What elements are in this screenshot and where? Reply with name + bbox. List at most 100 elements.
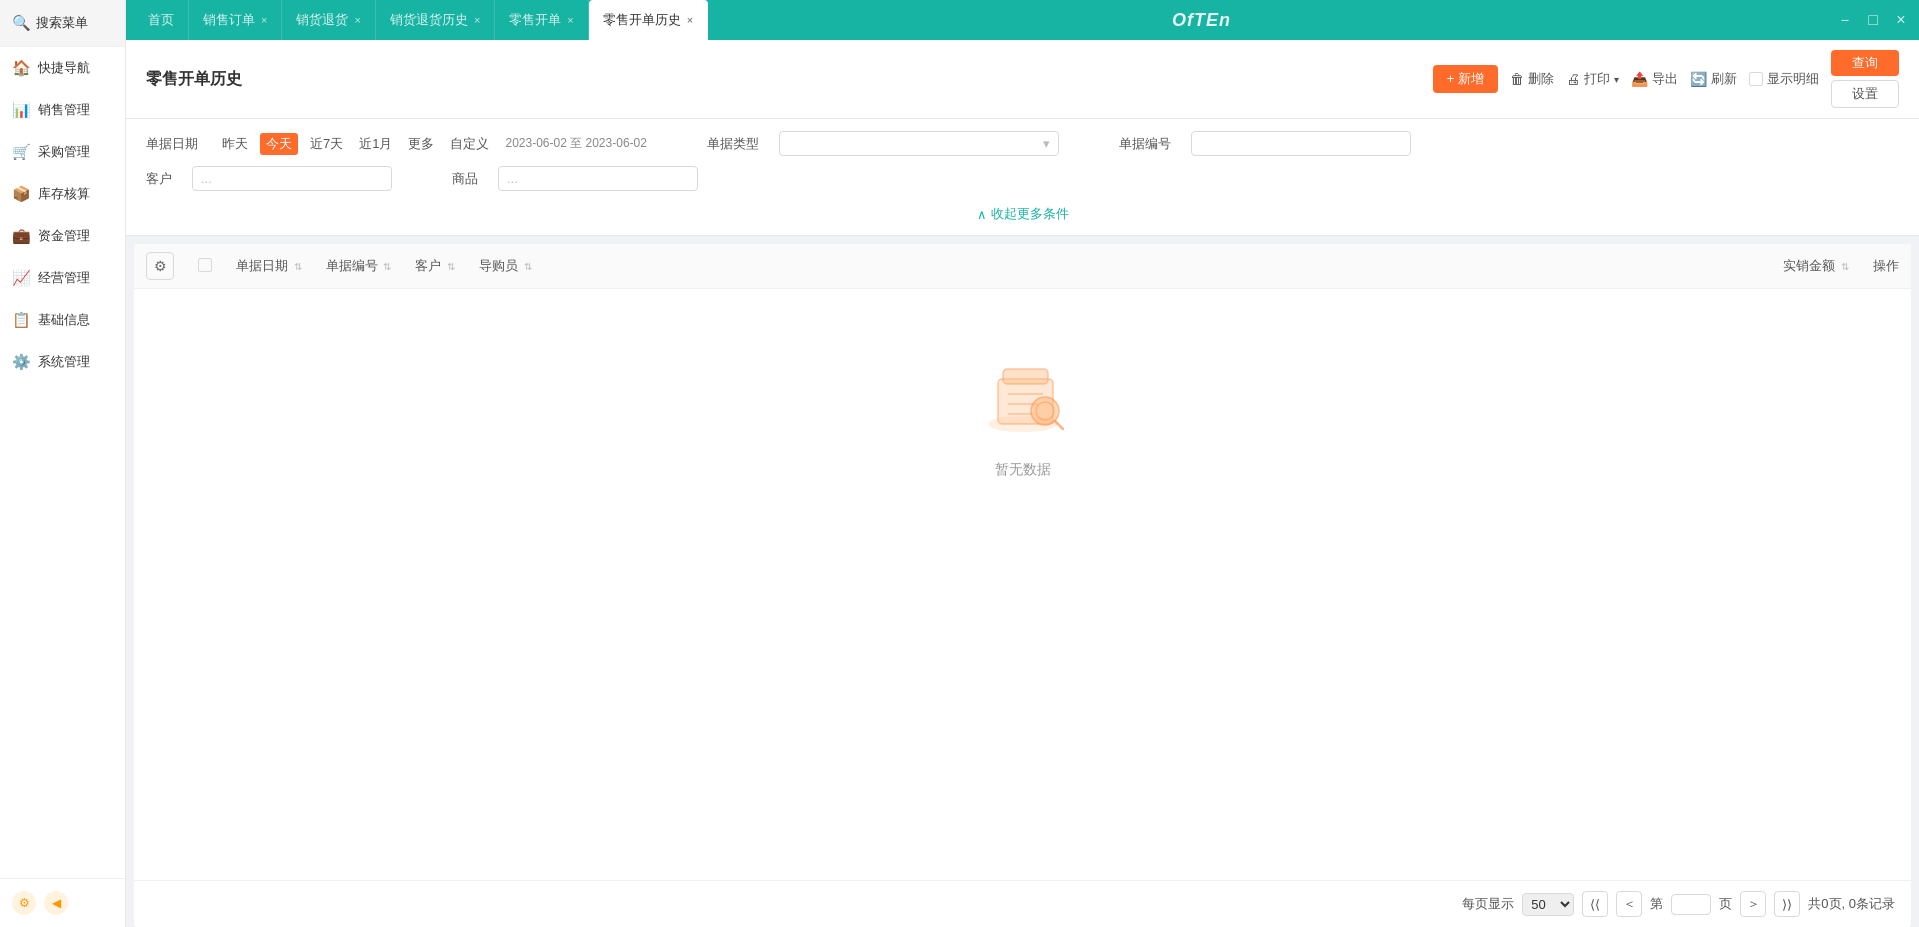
sidebar-search-label: 搜索菜单: [36, 14, 88, 32]
type-select-arrow: ▾: [1043, 136, 1050, 151]
delete-button[interactable]: 🗑 删除: [1510, 70, 1554, 88]
goods-label: 商品: [452, 170, 478, 188]
main-content: 首页 销售订单 × 销货退货 × 销货退货历史 × 零售开单 × 零售开单历史 …: [126, 0, 1919, 927]
show-detail-checkbox[interactable]: 显示明细: [1749, 70, 1819, 88]
show-detail-check[interactable]: [1749, 72, 1763, 86]
page-input[interactable]: 1: [1671, 894, 1711, 915]
export-button[interactable]: 📤 导出: [1631, 70, 1678, 88]
date-opt-7days[interactable]: 近7天: [306, 133, 347, 155]
window-controls: － □ ×: [1835, 10, 1911, 31]
goods-placeholder: ...: [507, 171, 518, 186]
refresh-icon: 🔄: [1690, 71, 1707, 87]
type-select[interactable]: ▾: [779, 131, 1059, 156]
page-header: 零售开单历史 + 新增 🗑 删除 🖨 打印 ▾ 📤 导出 🔄: [126, 40, 1919, 119]
empty-text: 暂无数据: [995, 461, 1051, 479]
sidebar-search[interactable]: 🔍 搜索菜单: [0, 0, 125, 47]
customer-placeholder: ...: [201, 171, 212, 186]
customer-select[interactable]: ...: [192, 166, 392, 191]
tab-sales-return-history-close[interactable]: ×: [474, 14, 480, 26]
tab-sales-return-close[interactable]: ×: [354, 14, 360, 26]
tab-sales-return-history-label: 销货退货历史: [390, 11, 468, 29]
collapse-button[interactable]: ∧ 收起更多条件: [977, 205, 1069, 223]
table-settings-btn[interactable]: ⚙: [146, 252, 174, 280]
sidebar-settings-btn[interactable]: ⚙: [12, 891, 36, 915]
sort-date-icon[interactable]: ⇅: [294, 261, 302, 272]
page-size-select[interactable]: 50 20 100: [1522, 893, 1574, 916]
th-customer: 客户 ⇅: [403, 244, 467, 289]
svg-rect-2: [1003, 369, 1048, 384]
date-label: 单据日期: [146, 135, 198, 153]
select-all-checkbox[interactable]: [198, 258, 212, 272]
tab-home[interactable]: 首页: [134, 0, 189, 40]
date-opt-custom[interactable]: 自定义: [446, 133, 493, 155]
maximize-btn[interactable]: □: [1863, 11, 1883, 29]
tab-sales-return-history[interactable]: 销货退货历史 ×: [376, 0, 495, 40]
page-content: 零售开单历史 + 新增 🗑 删除 🖨 打印 ▾ 📤 导出 🔄: [126, 40, 1919, 927]
total-info: 共0页, 0条记录: [1808, 895, 1895, 913]
basic-info-icon: 📋: [12, 311, 30, 329]
sidebar-item-system[interactable]: ⚙️ 系统管理: [0, 341, 125, 383]
sidebar: 🔍 搜索菜单 🏠 快捷导航 📊 销售管理 🛒 采购管理 📦 库存核算 💼 资金管…: [0, 0, 126, 927]
th-date: 单据日期 ⇅: [224, 244, 314, 289]
refresh-button[interactable]: 🔄 刷新: [1690, 70, 1737, 88]
date-opt-more[interactable]: 更多: [404, 133, 438, 155]
table-wrapper: ⚙ 单据日期 ⇅ 单据编号 ⇅: [134, 244, 1911, 880]
date-opt-yesterday[interactable]: 昨天: [218, 133, 252, 155]
sidebar-item-quick-nav[interactable]: 🏠 快捷导航: [0, 47, 125, 89]
filter-row-1: 单据日期 昨天 今天 近7天 近1月 更多 自定义 2023-06-02 至 2…: [146, 131, 1899, 156]
close-btn[interactable]: ×: [1891, 11, 1911, 29]
tab-retail-history-close[interactable]: ×: [687, 14, 693, 26]
data-table: ⚙ 单据日期 ⇅ 单据编号 ⇅: [134, 244, 1911, 289]
sort-customer-icon[interactable]: ⇅: [447, 261, 455, 272]
date-opt-1month[interactable]: 近1月: [355, 133, 396, 155]
th-checkbox: [186, 244, 224, 289]
next-page-btn[interactable]: ＞: [1740, 891, 1766, 917]
goto-label: 第: [1650, 895, 1663, 913]
sidebar-item-basic-info[interactable]: 📋 基础信息: [0, 299, 125, 341]
setting-button[interactable]: 设置: [1831, 80, 1899, 108]
finance-icon: 💼: [12, 227, 30, 245]
tab-sales-return[interactable]: 销货退货 ×: [282, 0, 375, 40]
sidebar-item-purchase-mgmt[interactable]: 🛒 采购管理: [0, 131, 125, 173]
sales-icon: 📊: [12, 101, 30, 119]
collapse-row: ∧ 收起更多条件: [146, 201, 1899, 223]
filter-row-2: 客户 ... 商品 ...: [146, 166, 1899, 191]
sidebar-item-inventory[interactable]: 📦 库存核算: [0, 173, 125, 215]
page-size-label: 每页显示: [1462, 895, 1514, 913]
order-no-input[interactable]: [1191, 131, 1411, 156]
sidebar-bottom: ⚙ ◀: [0, 878, 125, 927]
sort-salesperson-icon[interactable]: ⇅: [524, 261, 532, 272]
tab-retail-history[interactable]: 零售开单历史 ×: [589, 0, 708, 40]
pagination: 每页显示 50 20 100 ⟨⟨ ＜ 第 1 页 ＞ ⟩⟩ 共0页, 0条记录: [134, 880, 1911, 927]
last-page-btn[interactable]: ⟩⟩: [1774, 891, 1800, 917]
inventory-icon: 📦: [12, 185, 30, 203]
tab-retail-open-close[interactable]: ×: [567, 14, 573, 26]
tab-sales-order-close[interactable]: ×: [261, 14, 267, 26]
add-button[interactable]: + 新增: [1433, 65, 1498, 93]
sort-orderno-icon[interactable]: ⇅: [383, 261, 391, 272]
tab-retail-open[interactable]: 零售开单 ×: [495, 0, 588, 40]
first-page-btn[interactable]: ⟨⟨: [1582, 891, 1608, 917]
sidebar-item-sales-mgmt[interactable]: 📊 销售管理: [0, 89, 125, 131]
print-button[interactable]: 🖨 打印 ▾: [1566, 70, 1619, 88]
th-amount: 实销金额 ⇅: [1771, 244, 1861, 289]
sidebar-collapse-btn[interactable]: ◀: [44, 891, 68, 915]
minimize-btn[interactable]: －: [1835, 10, 1855, 31]
tab-retail-history-label: 零售开单历史: [603, 11, 681, 29]
system-icon: ⚙️: [12, 353, 30, 371]
query-setting-group: 查询 设置: [1831, 50, 1899, 108]
print-dropdown-icon: ▾: [1614, 74, 1619, 85]
customer-label: 客户: [146, 170, 172, 188]
search-icon: 🔍: [12, 14, 30, 32]
prev-page-btn[interactable]: ＜: [1616, 891, 1642, 917]
sort-amount-icon[interactable]: ⇅: [1841, 261, 1849, 272]
query-button[interactable]: 查询: [1831, 50, 1899, 76]
date-opt-today[interactable]: 今天: [260, 133, 298, 155]
th-settings: ⚙: [134, 244, 186, 289]
tab-sales-order[interactable]: 销售订单 ×: [189, 0, 282, 40]
sidebar-item-finance[interactable]: 💼 资金管理: [0, 215, 125, 257]
empty-icon: [973, 349, 1073, 449]
sidebar-item-operations[interactable]: 📈 经营管理: [0, 257, 125, 299]
goods-select[interactable]: ...: [498, 166, 698, 191]
print-icon: 🖨: [1566, 71, 1580, 87]
